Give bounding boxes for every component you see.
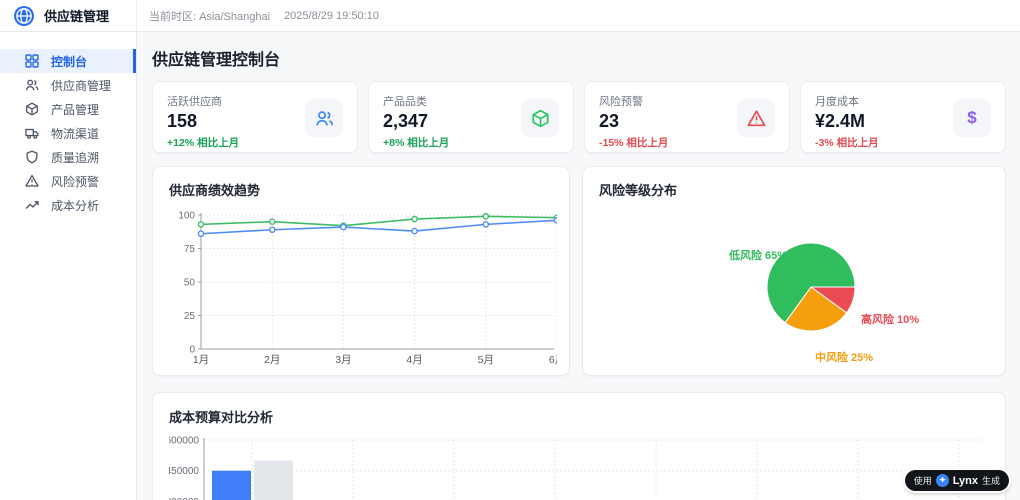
svg-text:600000: 600000 [169,436,199,447]
svg-text:1月: 1月 [193,354,209,366]
charts-row: 供应商绩效趋势 02550751001月2月3月4月5月6月 风险等级分布 低风… [152,166,1006,376]
supplier-performance-line-chart: 02550751001月2月3月4月5月6月 [178,211,557,366]
sidebar-item-products[interactable]: 产品管理 [0,97,136,121]
stat-delta: -3% 相比上月 [815,137,879,149]
alert-triangle-icon [747,109,765,126]
sidebar-item-quality[interactable]: 质量追溯 [0,145,136,169]
package-icon [26,102,38,116]
pie-label-high-risk: 高风险 10% [861,314,920,326]
stat-card-product-categories: 产品品类 2,347 +8% 相比上月 [368,81,574,153]
sidebar-item-label: 质量追溯 [51,150,100,165]
stat-icon-chip: $ [953,99,991,137]
sidebar-item-dashboard[interactable]: 控制台 [0,49,136,73]
svg-text:25: 25 [184,311,196,322]
stat-delta: +12% 相比上月 [167,137,240,149]
trend-up-icon [25,201,39,209]
stat-delta: +8% 相比上月 [383,137,450,149]
svg-text:3月: 3月 [335,354,351,366]
stats-row: 活跃供应商 158 +12% 相比上月 产品品类 2,347 +8% 相比上月 … [152,81,1006,153]
sidebar-item-risk[interactable]: 风险预警 [0,169,136,193]
current-datetime: 2025/8/29 19:50:10 [284,9,379,22]
sidebar-item-cost[interactable]: 成本分析 [0,193,136,217]
users-icon [315,110,333,126]
bar-chart-title: 成本预算对比分析 [169,410,274,425]
stat-card-active-suppliers: 活跃供应商 158 +12% 相比上月 [152,81,358,153]
sidebar-item-label: 供应商管理 [51,78,112,93]
app-title: 供应链管理 [44,9,110,24]
sidebar-item-label: 控制台 [51,54,88,69]
stat-icon-chip [737,99,775,137]
lynx-generator-badge[interactable]: 使用 Lynx 生成 [904,470,1009,491]
svg-text:4月: 4月 [406,354,422,366]
main-content: 供应链管理控制台 活跃供应商 158 +12% 相比上月 产品品类 2,347 … [137,32,1020,500]
svg-text:5月: 5月 [478,354,494,366]
app-brand[interactable]: 供应链管理 [0,0,137,31]
globe-logo-icon [14,5,34,26]
package-icon [531,109,549,127]
svg-text:2月: 2月 [264,354,280,366]
svg-text:100: 100 [178,211,195,222]
badge-prefix: 使用 [913,476,932,486]
risk-distribution-card: 风险等级分布 低风险 65% 高风险 10% 中风险 25% [582,166,1006,376]
svg-text:450000: 450000 [169,466,199,477]
shield-icon [26,150,38,164]
alert-triangle-icon [25,174,39,187]
sidebar-item-label: 成本分析 [51,198,100,213]
cost-budget-bar-chart: 6000004500003000001500000 [169,436,981,500]
sidebar-item-label: 风险预警 [51,174,100,189]
topbar: 供应链管理 当前时区: Asia/Shanghai 2025/8/29 19:5… [0,0,1020,32]
pie-label-medium-risk: 中风险 25% [815,352,874,364]
sidebar-item-logistics[interactable]: 物流渠道 [0,121,136,145]
sidebar-item-label: 产品管理 [51,102,100,117]
badge-suffix: 生成 [981,476,1000,486]
stat-icon-chip [521,99,559,137]
supplier-performance-card: 供应商绩效趋势 02550751001月2月3月4月5月6月 [152,166,570,376]
lynx-logo-icon [935,474,949,487]
risk-pie-chart: 低风险 65% 高风险 10% 中风险 25% [599,199,989,369]
page-title: 供应链管理控制台 [152,52,281,69]
stat-card-monthly-cost: 月度成本 ¥2.4M -3% 相比上月 $ [800,81,1006,153]
truck-icon [25,128,39,139]
svg-text:75: 75 [184,244,196,255]
sidebar: 控制台 供应商管理 产品管理 物流渠道 质量追溯 风险预警 成本分析 [0,32,137,500]
pie-chart-title: 风险等级分布 [599,183,678,198]
dollar-sign-icon: $ [967,108,977,127]
line-chart-title: 供应商绩效趋势 [169,183,261,198]
cost-budget-card: 成本预算对比分析 6000004500003000001500000 [152,392,1006,500]
stat-delta: -15% 相比上月 [599,137,669,149]
stat-card-risk-alerts: 风险预警 23 -15% 相比上月 [584,81,790,153]
users-icon [25,79,39,91]
topbar-info: 当前时区: Asia/Shanghai 2025/8/29 19:50:10 [137,8,379,24]
svg-text:50: 50 [184,278,196,289]
svg-text:6月: 6月 [549,354,557,366]
timezone-label: 当前时区: Asia/Shanghai [149,10,271,23]
sidebar-item-suppliers[interactable]: 供应商管理 [0,73,136,97]
pie-label-low-risk: 低风险 65% [729,250,788,262]
sidebar-item-label: 物流渠道 [51,126,100,141]
stat-icon-chip [305,99,343,137]
badge-brand: Lynx [952,474,978,487]
dashboard-grid-icon [25,54,39,68]
